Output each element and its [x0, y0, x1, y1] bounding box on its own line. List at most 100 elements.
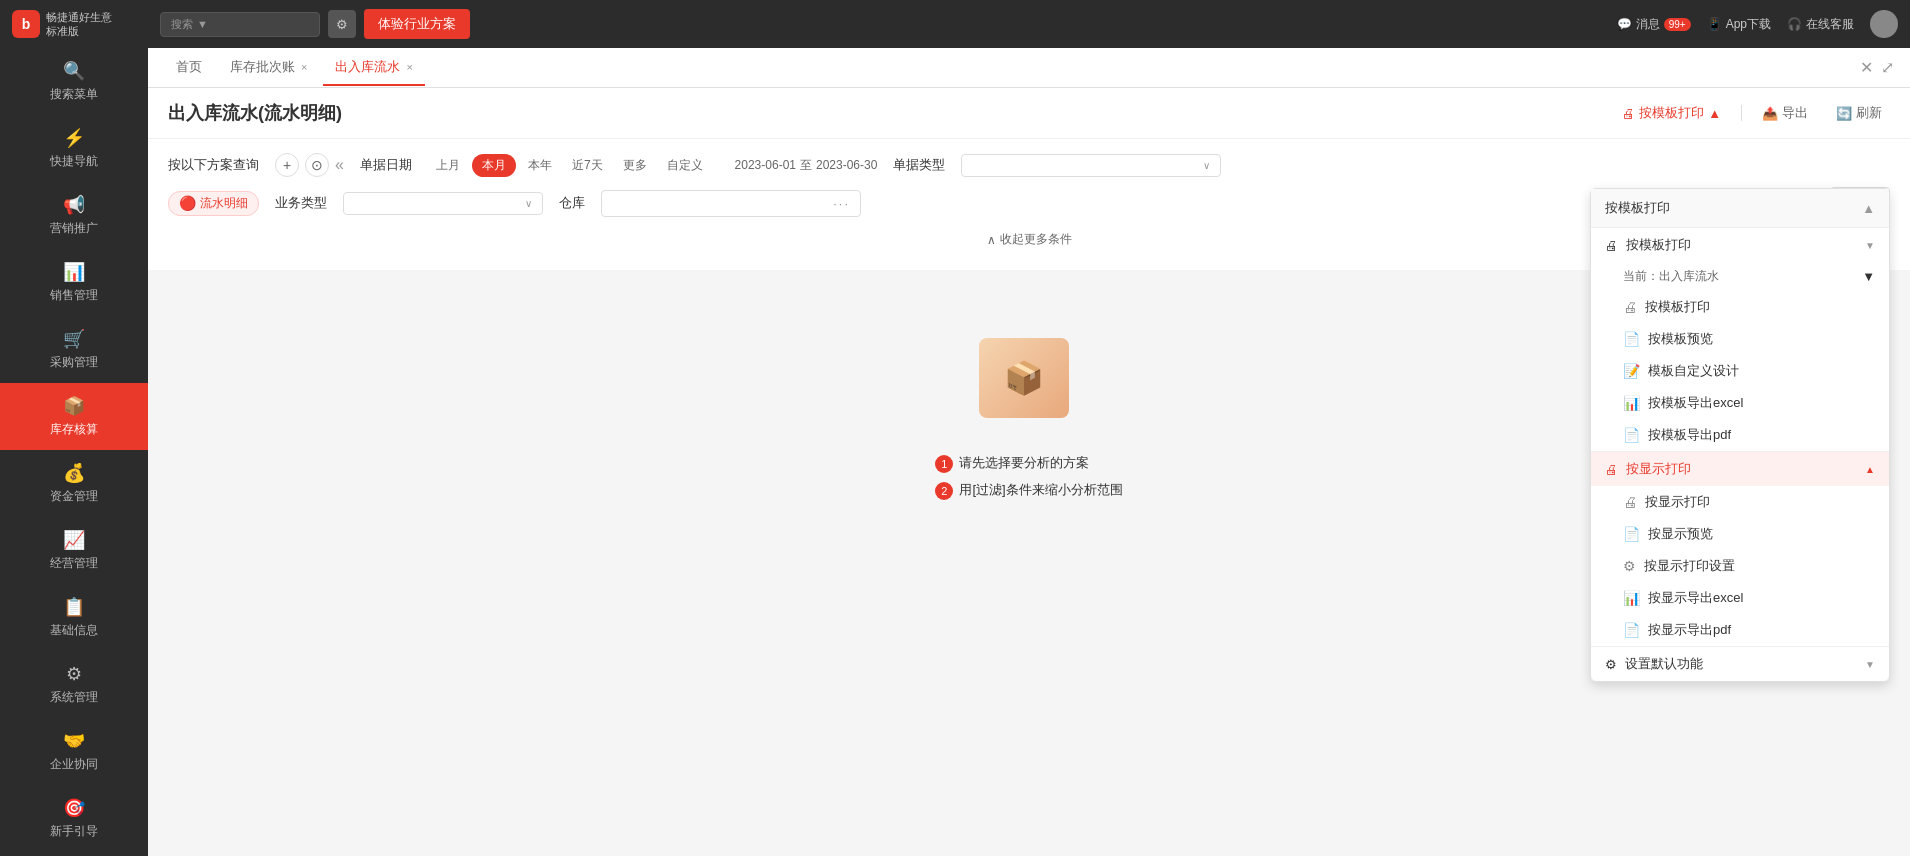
sidebar-item-finance[interactable]: 💰 资金管理 — [0, 450, 148, 517]
refresh-btn[interactable]: 🔄 刷新 — [1828, 100, 1890, 126]
sidebar-item-basic-info[interactable]: 📋 基础信息 — [0, 584, 148, 651]
print-dropdown-header: 按模板打印 ▲ — [1591, 189, 1889, 228]
biz-type-select[interactable]: ∨ — [343, 192, 543, 215]
sidebar-item-operations[interactable]: 📈 经营管理 — [0, 517, 148, 584]
refresh-icon: 🔄 — [1836, 106, 1852, 121]
date-option-this-month[interactable]: 本月 — [472, 154, 516, 177]
display-export-excel-item[interactable]: 📊 按显示导出excel — [1591, 582, 1889, 614]
inventory-icon: 📦 — [63, 395, 85, 417]
template-print-icon: 🖨 — [1623, 299, 1637, 315]
avatar[interactable] — [1870, 10, 1898, 38]
date-option-last-month[interactable]: 上月 — [428, 154, 468, 177]
refresh-label: 刷新 — [1856, 104, 1882, 122]
warehouse-more-dots: ··· — [833, 196, 850, 211]
step-1-text: 请先选择要分析的方案 — [959, 454, 1089, 472]
template-custom-item[interactable]: 📝 模板自定义设计 — [1591, 355, 1889, 387]
service-btn[interactable]: 🎧 在线客服 — [1787, 16, 1854, 33]
sales-icon: 📊 — [63, 261, 85, 283]
tab-bar-right: ✕ ⤢ — [1860, 58, 1894, 77]
date-option-this-year[interactable]: 本年 — [520, 154, 560, 177]
sidebar-item-search-menu[interactable]: 🔍 搜索菜单 — [0, 48, 148, 115]
tab-flow-water-close[interactable]: × — [406, 61, 412, 73]
message-icon: 💬 — [1617, 17, 1632, 31]
print-dropdown-header-label: 按模板打印 — [1605, 199, 1670, 217]
display-section-arrow: ▲ — [1865, 464, 1875, 475]
display-export-pdf-icon: 📄 — [1623, 622, 1640, 638]
app-download-btn[interactable]: 📱 App下载 — [1707, 16, 1771, 33]
sidebar-item-marketing[interactable]: 📢 营销推广 — [0, 182, 148, 249]
display-export-excel-icon: 📊 — [1623, 590, 1640, 606]
industry-btn[interactable]: 体验行业方案 — [364, 9, 470, 39]
divider — [1741, 105, 1742, 121]
doc-type-select[interactable]: ∨ — [961, 154, 1221, 177]
export-icon: 📤 — [1762, 106, 1778, 121]
active-filter-tag[interactable]: 🔴 流水明细 — [168, 191, 259, 216]
tab-batch-account-close[interactable]: × — [301, 61, 307, 73]
sidebar-item-label: 搜索菜单 — [50, 86, 98, 103]
page-header: 出入库流水(流水明细) 🖨 按模板打印 ▲ 📤 导出 🔄 刷新 — [148, 88, 1910, 139]
biz-type-arrow: ∨ — [525, 198, 532, 209]
display-preview-item[interactable]: 📄 按显示预览 — [1591, 518, 1889, 550]
template-print-item[interactable]: 🖨 按模板打印 — [1591, 291, 1889, 323]
close-window-icon[interactable]: ✕ — [1860, 58, 1873, 77]
display-print-settings-item[interactable]: ⚙ 按显示打印设置 — [1591, 550, 1889, 582]
set-default-arrow: ▼ — [1865, 659, 1875, 670]
message-btn[interactable]: 💬 消息 99+ — [1617, 16, 1691, 33]
tab-bar: 首页 库存批次账 × 出入库流水 × ✕ ⤢ — [148, 48, 1910, 88]
top-search-input[interactable]: 搜索 ▼ — [160, 12, 320, 37]
page-actions: 🖨 按模板打印 ▲ 📤 导出 🔄 刷新 — [1614, 100, 1890, 126]
export-btn[interactable]: 📤 导出 — [1754, 100, 1816, 126]
display-preview-icon: 📄 — [1623, 526, 1640, 542]
sidebar-item-sales[interactable]: 📊 销售管理 — [0, 249, 148, 316]
empty-box: 📦 — [979, 338, 1069, 418]
message-badge: 99+ — [1664, 18, 1691, 31]
sidebar-item-beginner[interactable]: 🎯 新手引导 — [0, 785, 148, 852]
template-preview-item[interactable]: 📄 按模板预览 — [1591, 323, 1889, 355]
tab-batch-account-label: 库存批次账 — [230, 58, 295, 76]
filter-add-btn[interactable]: + — [275, 153, 299, 177]
filter-collapse-btn[interactable]: « — [335, 156, 344, 174]
display-export-pdf-item[interactable]: 📄 按显示导出pdf — [1591, 614, 1889, 646]
search-menu-icon: 🔍 — [63, 60, 85, 82]
template-export-excel-item[interactable]: 📊 按模板导出excel — [1591, 387, 1889, 419]
template-export-pdf-item[interactable]: 📄 按模板导出pdf — [1591, 419, 1889, 451]
sidebar-item-label: 基础信息 — [50, 622, 98, 639]
main-layout: 🔍 搜索菜单 ⚡ 快捷导航 📢 营销推广 📊 销售管理 🛒 采购管理 📦 库存核… — [0, 48, 1910, 856]
expand-icon[interactable]: ⤢ — [1881, 58, 1894, 77]
tab-batch-account[interactable]: 库存批次账 × — [218, 50, 319, 86]
page-title: 出入库流水(流水明细) — [168, 101, 342, 125]
display-print-item[interactable]: 🖨 按显示打印 — [1591, 486, 1889, 518]
print-dropdown-collapse-arrow[interactable]: ▲ — [1862, 201, 1875, 216]
filter-add-btns: + ⊙ « — [275, 153, 344, 177]
display-print-icon: 🖨 — [1623, 494, 1637, 510]
template-custom-label: 模板自定义设计 — [1648, 362, 1739, 380]
print-section-set-default-header[interactable]: ⚙ 设置默认功能 ▼ — [1591, 647, 1889, 681]
print-template-btn[interactable]: 🖨 按模板打印 ▲ — [1614, 100, 1729, 126]
logo-area: b 畅捷通好生意 标准版 — [12, 10, 152, 39]
empty-step-1: 1 请先选择要分析的方案 — [935, 454, 1122, 473]
print-icon: 🖨 — [1622, 106, 1635, 121]
print-template-label: 按模板打印 — [1639, 104, 1704, 122]
sidebar-item-quick-nav[interactable]: ⚡ 快捷导航 — [0, 115, 148, 182]
doc-type-arrow: ∨ — [1203, 160, 1210, 171]
filter-settings-btn[interactable]: ⊙ — [305, 153, 329, 177]
sidebar-item-app-center[interactable]: 📱 应用中心 — [0, 852, 148, 856]
date-option-custom[interactable]: 自定义 — [659, 154, 711, 177]
sidebar-item-sys-manage[interactable]: ⚙ 系统管理 — [0, 651, 148, 718]
date-option-last-7[interactable]: 近7天 — [564, 154, 611, 177]
print-section-display-header[interactable]: 🖨 按显示打印 ▲ — [1591, 452, 1889, 486]
warehouse-select[interactable]: ··· — [601, 190, 861, 217]
tab-home[interactable]: 首页 — [164, 50, 214, 86]
sys-manage-icon: ⚙ — [66, 663, 82, 685]
tab-flow-water[interactable]: 出入库流水 × — [323, 50, 424, 86]
sidebar-item-inventory[interactable]: 📦 库存核算 — [0, 383, 148, 450]
date-option-more[interactable]: 更多 — [615, 154, 655, 177]
gear-icon[interactable]: ⚙ — [328, 10, 356, 38]
sidebar-item-purchase[interactable]: 🛒 采购管理 — [0, 316, 148, 383]
template-print-section-label: 按模板打印 — [1626, 236, 1691, 254]
print-section-template-header[interactable]: 🖨 按模板打印 ▼ — [1591, 228, 1889, 262]
empty-step-2: 2 用[过滤]条件来缩小分析范围 — [935, 481, 1122, 500]
sidebar-item-enterprise-collab[interactable]: 🤝 企业协同 — [0, 718, 148, 785]
sidebar-item-label: 库存核算 — [50, 421, 98, 438]
sidebar-item-label: 采购管理 — [50, 354, 98, 371]
